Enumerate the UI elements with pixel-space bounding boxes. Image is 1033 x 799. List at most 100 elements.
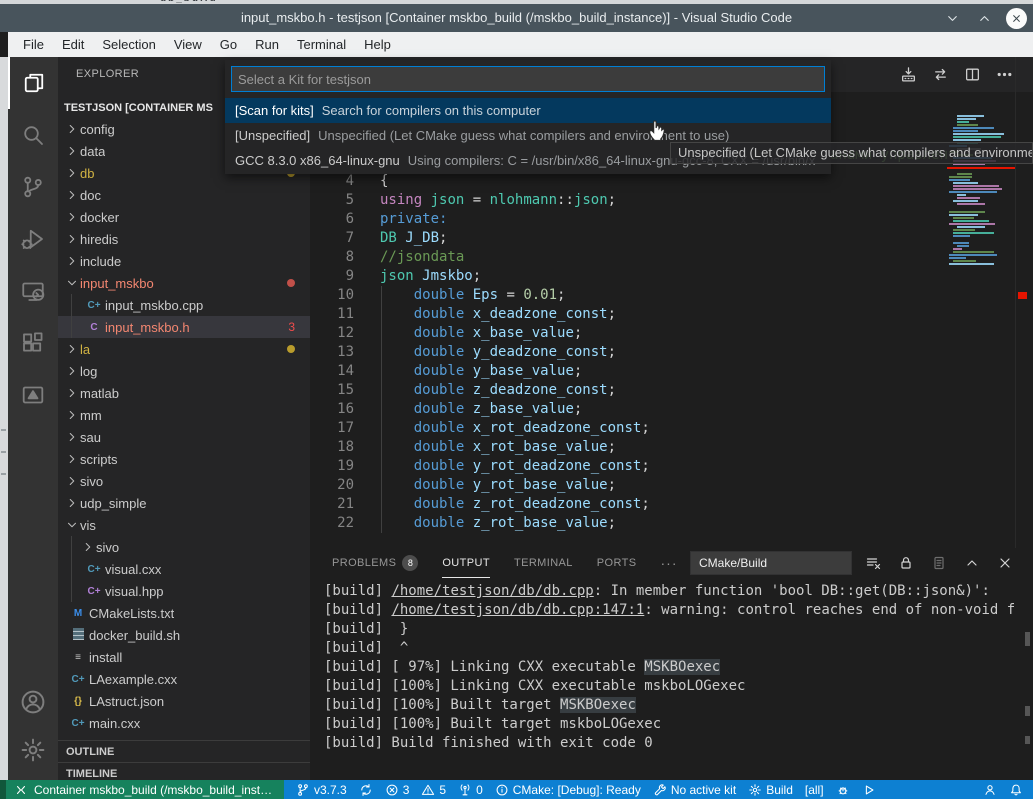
file-link[interactable]: /home/testjson/db/db.cpp:147:1 — [391, 602, 644, 618]
minimize-button[interactable] — [942, 8, 962, 28]
panel-tab-problems[interactable]: PROBLEMS 8 — [332, 548, 419, 578]
file-tree: config data db doc docker hiredis include input… — [58, 118, 310, 734]
tree-folder-scripts[interactable]: scripts — [58, 448, 310, 470]
tree-file-visual.cxx[interactable]: C+ visual.cxx — [58, 558, 310, 580]
activity-remote-explorer[interactable] — [8, 265, 58, 317]
line-number: 17 — [337, 420, 354, 436]
panel-tab-terminal[interactable]: TERMINAL — [514, 548, 573, 578]
more-panel-tabs-icon[interactable]: ··· — [661, 555, 678, 571]
status-build-button[interactable]: Build — [742, 780, 799, 799]
titlebar[interactable]: input_mskbo.h - testjson [Container mskb… — [0, 4, 1033, 32]
menu-terminal[interactable]: Terminal — [288, 37, 355, 52]
remote-indicator[interactable]: Container mskbo_build (/mskbo_build_inst… — [6, 780, 284, 799]
close-panel-button[interactable] — [997, 555, 1013, 576]
tree-item-label: sivo — [80, 473, 104, 489]
code-line-9: 9 json Jmskbo; — [310, 267, 1033, 286]
activity-run-debug[interactable] — [8, 213, 58, 265]
status-debug-button[interactable] — [830, 780, 856, 799]
status-notifications[interactable] — [1003, 780, 1029, 799]
tree-folder-sau[interactable]: sau — [58, 426, 310, 448]
tree-folder-sivo[interactable]: sivo — [58, 536, 310, 558]
quick-pick-item-label: [Unspecified] — [235, 128, 311, 143]
tree-file-lastruct.json[interactable]: {} LAstruct.json — [58, 690, 310, 712]
status-problems-errors[interactable]: 3 — [379, 780, 416, 799]
tree-folder-vis[interactable]: vis — [58, 514, 310, 536]
tree-folder-hiredis[interactable]: hiredis — [58, 228, 310, 250]
file-link[interactable]: /home/testjson/db/db.cpp — [391, 583, 593, 599]
activity-extensions[interactable] — [8, 317, 58, 369]
code-text: double x_deadzone_const; — [413, 306, 617, 322]
quick-pick-item-0[interactable]: [Scan for kits] Search for compilers on t… — [225, 98, 831, 123]
code-area[interactable]: 4{5 using json = nlohmann::json; 6 private:… — [310, 172, 1033, 533]
status-feedback[interactable] — [977, 780, 1003, 799]
desktop-download-button[interactable] — [900, 66, 917, 88]
more-actions-button[interactable] — [996, 66, 1013, 88]
status-gitlens-version[interactable]: v3.7.3 — [290, 780, 353, 799]
clear-output-button[interactable] — [865, 555, 881, 576]
outline-label: OUTLINE — [66, 746, 115, 758]
tree-folder-mm[interactable]: mm — [58, 404, 310, 426]
lock-scroll-button[interactable] — [898, 555, 914, 576]
activity-account[interactable] — [8, 678, 58, 726]
tree-file-laexample.cxx[interactable]: C+ LAexample.cxx — [58, 668, 310, 690]
tree-folder-doc[interactable]: doc — [58, 184, 310, 206]
menu-run[interactable]: Run — [246, 37, 288, 52]
tree-folder-udp_simple[interactable]: udp_simple — [58, 492, 310, 514]
tree-file-main.cxx[interactable]: C+ main.cxx — [58, 712, 310, 734]
status-sync-status[interactable] — [353, 780, 379, 799]
output-channel-select[interactable]: CMake/Build — [690, 551, 852, 575]
timeline-section[interactable]: TIMELINE — [58, 762, 310, 780]
close-button[interactable] — [1006, 7, 1027, 29]
maximize-panel-button[interactable] — [964, 555, 980, 576]
menu-edit[interactable]: Edit — [53, 37, 93, 52]
tree-folder-docker[interactable]: docker — [58, 206, 310, 228]
panel-tab-output[interactable]: OUTPUT — [442, 548, 490, 578]
switch-header-source-button[interactable] — [932, 66, 949, 88]
menu-help[interactable]: Help — [355, 37, 400, 52]
problems-badge: 8 — [402, 555, 419, 571]
status-launch-button[interactable] — [856, 780, 882, 799]
tree-folder-matlab[interactable]: matlab — [58, 382, 310, 404]
tree-folder-la[interactable]: la — [58, 338, 310, 360]
code-text: double z_base_value; — [413, 401, 583, 417]
tree-file-install[interactable]: ≡ install — [58, 646, 310, 668]
tree-folder-log[interactable]: log — [58, 360, 310, 382]
error-dot-badge — [287, 279, 295, 287]
status-problems-warnings[interactable]: 5 — [415, 780, 452, 799]
highlighted-word: MSKBOexec — [560, 697, 636, 713]
tree-file-input_mskbo.h[interactable]: Cinput_mskbo.h 3 — [58, 316, 310, 338]
menu-view[interactable]: View — [165, 37, 211, 52]
status-active-kit[interactable]: No active kit — [647, 780, 742, 799]
tree-folder-input_mskbo[interactable]: input_mskbo — [58, 272, 310, 294]
tree-folder-sivo[interactable]: sivo — [58, 470, 310, 492]
menu-file[interactable]: File — [14, 37, 53, 52]
line-number: 9 — [345, 268, 354, 284]
activity-source-control[interactable] — [8, 161, 58, 213]
highlighted-word: MSKBOexec — [644, 659, 721, 675]
split-editor-button[interactable] — [964, 66, 981, 88]
activity-search[interactable] — [8, 109, 58, 161]
status-cmake-status[interactable]: CMake: [Debug]: Ready — [489, 780, 647, 799]
activity-cmake[interactable] — [8, 369, 58, 421]
panel-tab-ports[interactable]: PORTS — [597, 548, 637, 578]
tree-file-docker_build.sh[interactable]: docker_build.sh — [58, 624, 310, 646]
tree-file-cmakelists.txt[interactable]: M CMakeLists.txt — [58, 602, 310, 624]
output-line: [build] [ 97%] Linking CXX executable MS… — [324, 659, 721, 675]
code-text: { — [380, 173, 389, 189]
menu-selection[interactable]: Selection — [93, 37, 164, 52]
quick-pick-input[interactable] — [232, 67, 824, 91]
explorer-icon — [22, 71, 46, 95]
activity-explorer[interactable] — [8, 57, 58, 109]
menu-go[interactable]: Go — [211, 37, 246, 52]
tree-file-input_mskbo.cpp[interactable]: C+ input_mskbo.cpp — [58, 294, 310, 316]
activity-settings-gear[interactable] — [8, 726, 58, 774]
output-log[interactable]: [build] /home/testjson/db/db.cpp: In mem… — [324, 582, 1014, 753]
open-in-editor-button[interactable] — [931, 555, 947, 576]
status-build-target[interactable]: [all] — [799, 780, 830, 799]
outline-section[interactable]: OUTLINE — [58, 740, 310, 763]
status-ports-status[interactable]: 0 — [452, 780, 489, 799]
play-icon — [862, 783, 876, 797]
maximize-button[interactable] — [974, 8, 994, 28]
tree-file-visual.hpp[interactable]: C+ visual.hpp — [58, 580, 310, 602]
tree-folder-include[interactable]: include — [58, 250, 310, 272]
